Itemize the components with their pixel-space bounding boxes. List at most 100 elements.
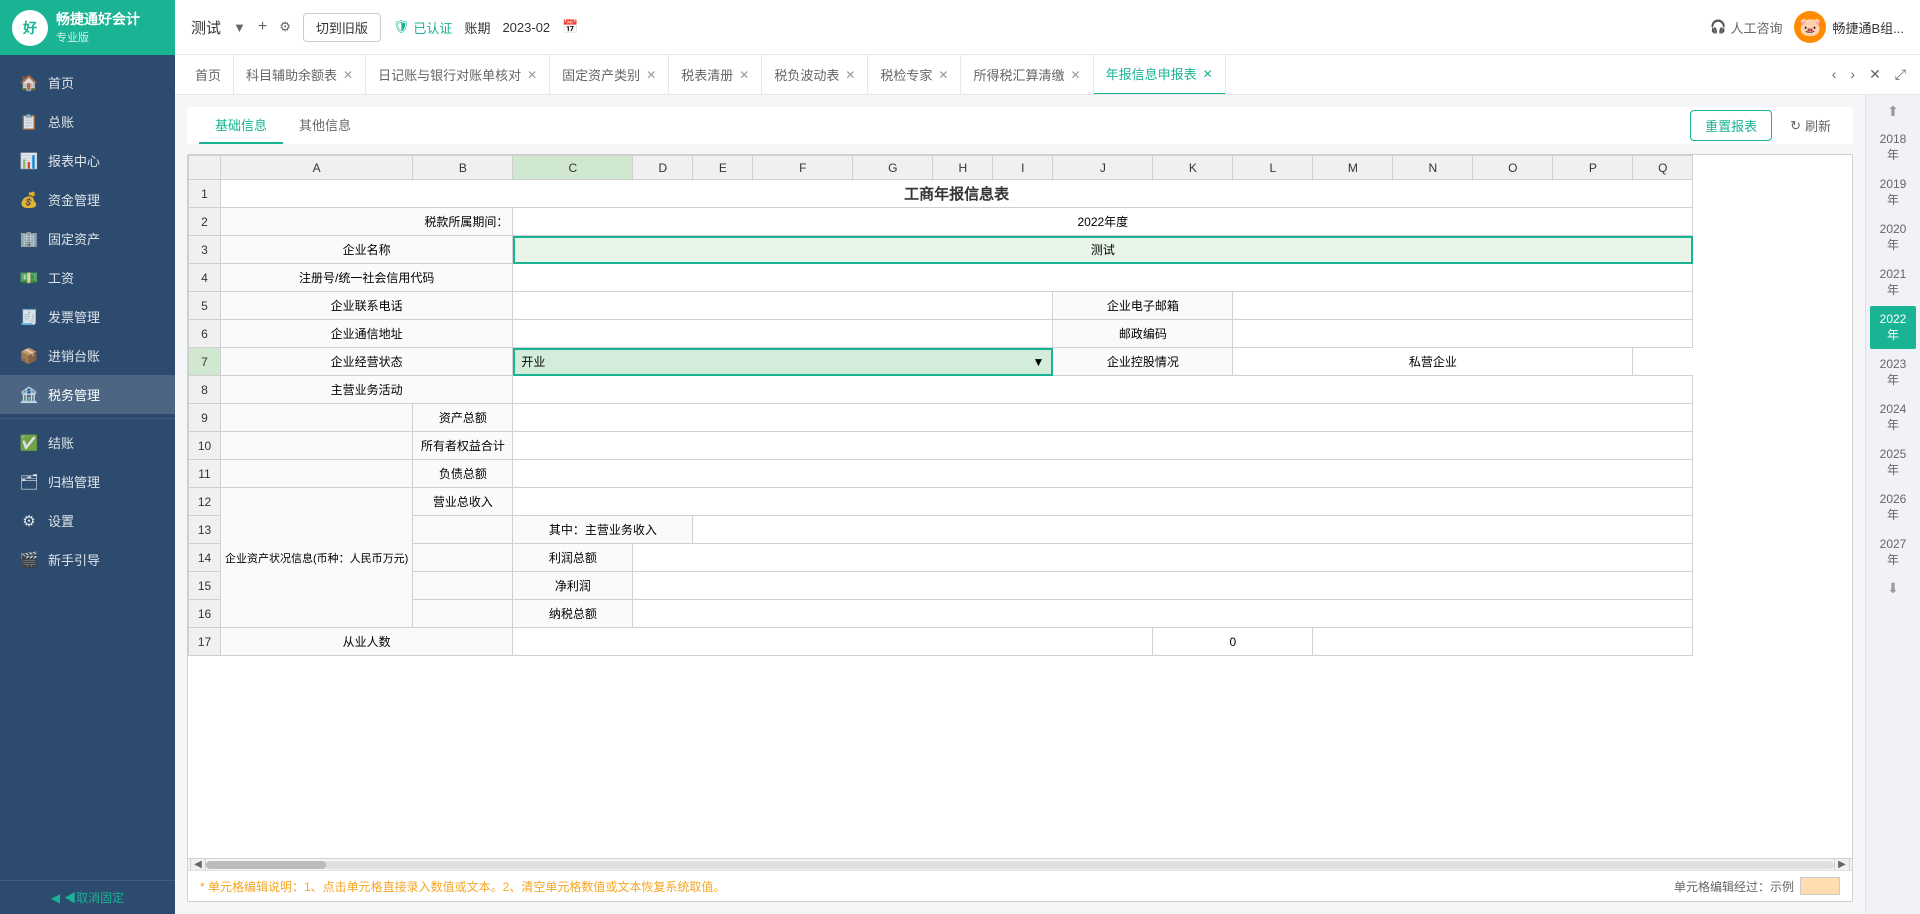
- cell-email-value[interactable]: [1233, 292, 1693, 320]
- sidebar-item-settings[interactable]: ⚙ 设置: [0, 501, 175, 540]
- cell-company-label[interactable]: 企业名称: [221, 236, 513, 264]
- consult-btn[interactable]: 🎧 人工咨询: [1710, 18, 1782, 37]
- cell-title[interactable]: 工商年报信息表: [221, 180, 1693, 208]
- tab-prev-btn[interactable]: ‹: [1826, 64, 1843, 85]
- tab-close-btn[interactable]: ✕: [646, 68, 656, 82]
- col-header-H[interactable]: H: [933, 156, 993, 180]
- col-header-J[interactable]: J: [1053, 156, 1153, 180]
- cell-status-dropdown[interactable]: 开业 ▼: [513, 348, 1053, 376]
- cell-status-label[interactable]: 企业经营状态: [221, 348, 513, 376]
- topbar-dropdown-btn[interactable]: ▼: [233, 20, 246, 35]
- cell-asset-status-label[interactable]: 企业资产状况信息(币种：人民币万元): [221, 488, 413, 628]
- cell-net-profit-value[interactable]: [633, 572, 1693, 600]
- cell-main-revenue-value[interactable]: [693, 516, 1693, 544]
- tab-tax-fluctuation[interactable]: 税负波动表 ✕: [762, 55, 868, 95]
- sub-tab-basic[interactable]: 基础信息: [199, 107, 283, 144]
- cell-tax-total-value[interactable]: [633, 600, 1693, 628]
- tab-expand-btn[interactable]: ⤢: [1889, 64, 1912, 85]
- col-header-I[interactable]: I: [993, 156, 1053, 180]
- cell-employees-rest[interactable]: [1313, 628, 1693, 656]
- cell-regnum-label[interactable]: 注册号/统一社会信用代码: [221, 264, 513, 292]
- year-2019[interactable]: 2019年: [1870, 171, 1916, 214]
- tab-income-tax[interactable]: 所得税汇算清缴 ✕: [961, 55, 1093, 95]
- sidebar-item-salary[interactable]: 💵 工资: [0, 258, 175, 297]
- col-header-L[interactable]: L: [1233, 156, 1313, 180]
- col-header-O[interactable]: O: [1473, 156, 1553, 180]
- cell-equity-label[interactable]: 所有者权益合计: [413, 432, 513, 460]
- cell-employees-value[interactable]: 0: [1153, 628, 1313, 656]
- sidebar-item-reports[interactable]: 📊 报表中心: [0, 141, 175, 180]
- cell-main-biz-value[interactable]: [513, 376, 1693, 404]
- cell-employees-label[interactable]: 从业人数: [221, 628, 513, 656]
- sidebar-item-invoice[interactable]: 🧾 发票管理: [0, 297, 175, 336]
- cell-postcode-label[interactable]: 邮政编码: [1053, 320, 1233, 348]
- cell-company-value[interactable]: 测试: [513, 236, 1693, 264]
- cell-regnum-value[interactable]: [513, 264, 1693, 292]
- year-2026[interactable]: 2026年: [1870, 486, 1916, 529]
- cell-address-label[interactable]: 企业通信地址: [221, 320, 513, 348]
- refresh-button[interactable]: ↻ 刷新: [1780, 111, 1841, 140]
- cell-period-value[interactable]: 2022年度: [513, 208, 1693, 236]
- cell-total-assets-label[interactable]: 资产总额: [413, 404, 513, 432]
- col-header-P[interactable]: P: [1553, 156, 1633, 180]
- scrollbar-thumb[interactable]: [206, 861, 326, 869]
- cell-revenue-label[interactable]: 营业总收入: [413, 488, 513, 516]
- cell-profit-label[interactable]: 利润总额: [513, 544, 633, 572]
- sidebar-item-close[interactable]: ✅ 结账: [0, 423, 175, 462]
- col-header-M[interactable]: M: [1313, 156, 1393, 180]
- year-2021[interactable]: 2021年: [1870, 261, 1916, 304]
- year-scroll-up-btn[interactable]: ⬆: [1883, 99, 1903, 124]
- sidebar-collapse-btn[interactable]: ◀ ◀取消固定: [0, 880, 175, 914]
- tab-close-all-btn[interactable]: ✕: [1863, 64, 1887, 85]
- col-header-E[interactable]: E: [693, 156, 753, 180]
- col-header-B[interactable]: B: [413, 156, 513, 180]
- cell-debt-value[interactable]: [513, 460, 1693, 488]
- tab-next-btn[interactable]: ›: [1844, 64, 1861, 85]
- sidebar-item-funds[interactable]: 💰 资金管理: [0, 180, 175, 219]
- sidebar-item-archive[interactable]: 🗂 归档管理: [0, 462, 175, 501]
- cell-email-label[interactable]: 企业电子邮箱: [1053, 292, 1233, 320]
- topbar-add-btn[interactable]: +: [258, 18, 267, 36]
- tab-bank-reconcile[interactable]: 日记账与银行对账单核对 ✕: [366, 55, 550, 95]
- sidebar-item-assets[interactable]: 🏢 固定资产: [0, 219, 175, 258]
- sidebar-item-ledger[interactable]: 📋 总账: [0, 102, 175, 141]
- cell-phone-label[interactable]: 企业联系电话: [221, 292, 513, 320]
- sidebar-item-home[interactable]: 🏠 首页: [0, 63, 175, 102]
- cell-period-label[interactable]: 税款所属期间：: [221, 208, 513, 236]
- tab-home[interactable]: 首页: [183, 55, 234, 95]
- cell-revenue-value[interactable]: [513, 488, 1693, 516]
- year-2022[interactable]: 2022年: [1870, 306, 1916, 349]
- tab-tax-list[interactable]: 税表清册 ✕: [669, 55, 762, 95]
- year-2027[interactable]: 2027年: [1870, 531, 1916, 574]
- col-header-K[interactable]: K: [1153, 156, 1233, 180]
- tab-tax-inspector[interactable]: 税检专家 ✕: [868, 55, 961, 95]
- tab-close-btn[interactable]: ✕: [343, 68, 353, 82]
- year-scroll-down-btn[interactable]: ⬇: [1883, 576, 1903, 601]
- cell-profit-value[interactable]: [633, 544, 1693, 572]
- cell-phone-value[interactable]: [513, 292, 1053, 320]
- col-header-F[interactable]: F: [753, 156, 853, 180]
- col-header-C[interactable]: C: [513, 156, 633, 180]
- cell-postcode-value[interactable]: [1233, 320, 1693, 348]
- sidebar-item-guide[interactable]: 🎬 新手引导: [0, 540, 175, 579]
- cell-holding-label[interactable]: 企业控股情况: [1053, 348, 1233, 376]
- scrollbar-track[interactable]: [206, 861, 1834, 869]
- switch-version-button[interactable]: 切到旧版: [303, 13, 381, 42]
- col-header-N[interactable]: N: [1393, 156, 1473, 180]
- cell-equity-value[interactable]: [513, 432, 1693, 460]
- cell-total-assets-value[interactable]: [513, 404, 1693, 432]
- calendar-icon[interactable]: 📅: [562, 19, 578, 35]
- sidebar-item-tax[interactable]: 🏦 税务管理: [0, 375, 175, 414]
- user-menu-btn[interactable]: 🐷 畅捷通B组...: [1794, 11, 1904, 43]
- sidebar-item-purchase[interactable]: 📦 进销台账: [0, 336, 175, 375]
- col-header-D[interactable]: D: [633, 156, 693, 180]
- tab-close-btn[interactable]: ✕: [845, 68, 855, 82]
- sub-tab-other[interactable]: 其他信息: [283, 107, 367, 144]
- year-2018[interactable]: 2018年: [1870, 126, 1916, 169]
- tab-close-btn[interactable]: ✕: [1071, 68, 1081, 82]
- year-2024[interactable]: 2024年: [1870, 396, 1916, 439]
- tab-close-btn[interactable]: ✕: [527, 68, 537, 82]
- year-2023[interactable]: 2023年: [1870, 351, 1916, 394]
- tab-fixed-asset-type[interactable]: 固定资产类别 ✕: [550, 55, 669, 95]
- cell-address-value[interactable]: [513, 320, 1053, 348]
